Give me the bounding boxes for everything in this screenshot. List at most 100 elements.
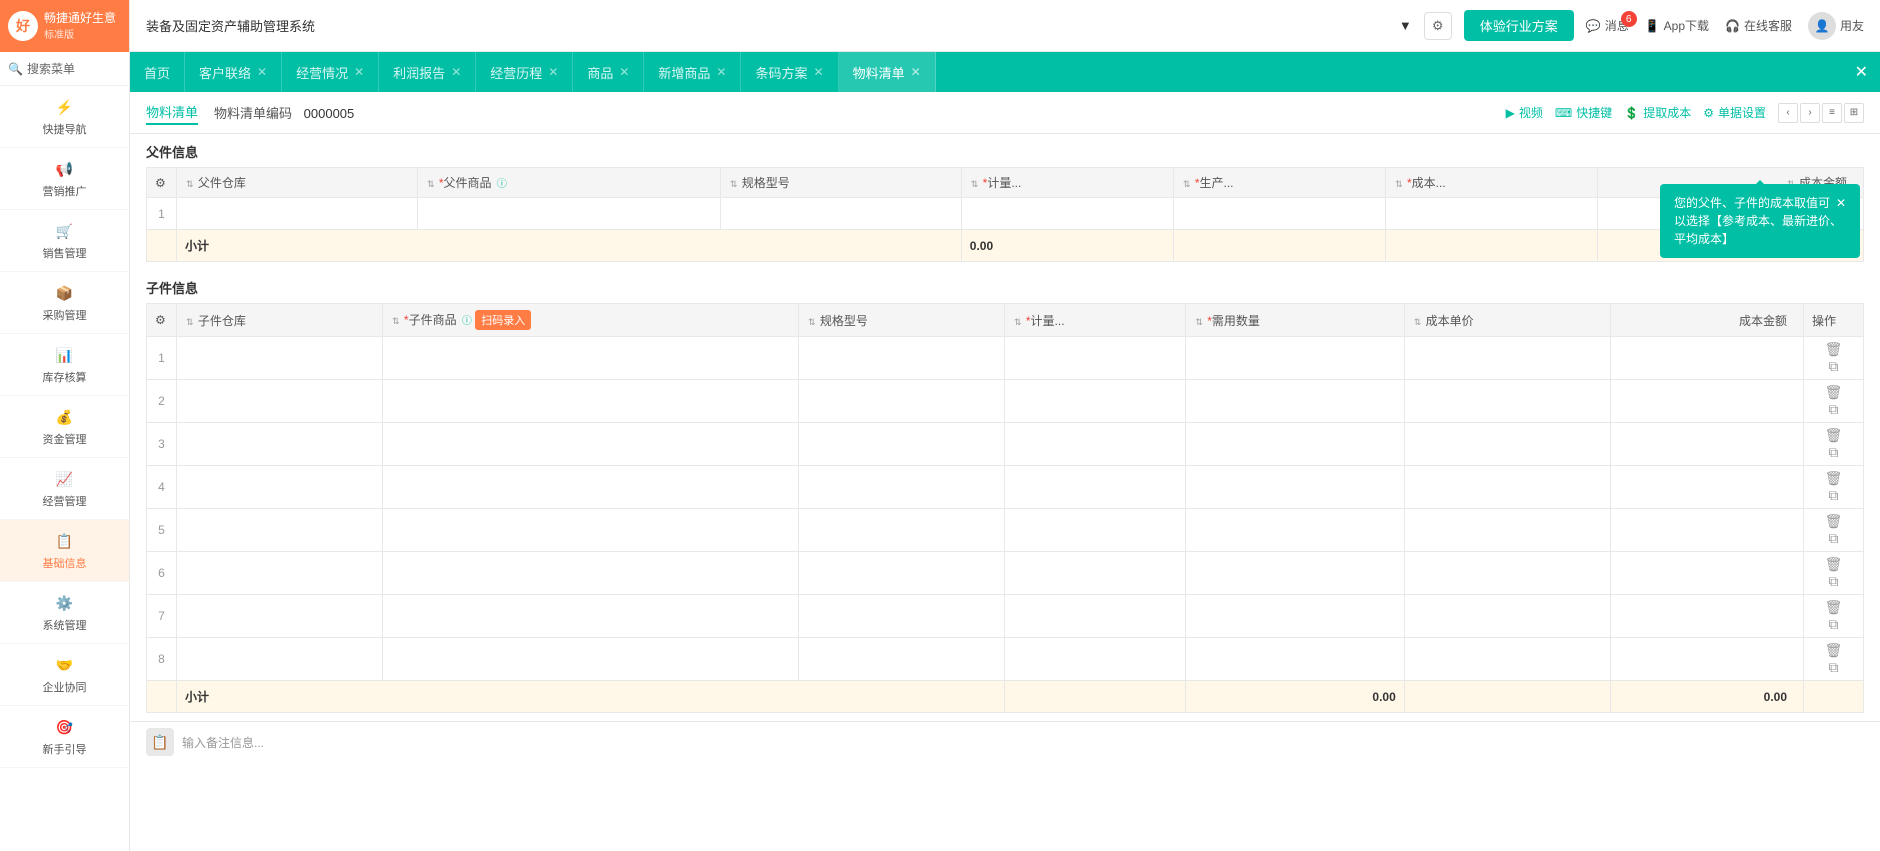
sort-icon[interactable]: ⇅ bbox=[730, 179, 738, 189]
delete-icon[interactable]: 🗑 bbox=[1825, 513, 1843, 529]
copy-icon[interactable]: ⧉ bbox=[1829, 659, 1839, 675]
tab-operations-close[interactable]: ✕ bbox=[354, 65, 364, 79]
sort-icon[interactable]: ⇅ bbox=[392, 316, 400, 326]
tab-customer[interactable]: 客户联络 ✕ bbox=[185, 52, 282, 92]
child-cell-goods[interactable] bbox=[383, 638, 799, 681]
child-cell-needed[interactable] bbox=[1186, 638, 1404, 681]
tab-new-goods[interactable]: 新增商品 ✕ bbox=[644, 52, 741, 92]
child-cell-spec[interactable] bbox=[798, 380, 1004, 423]
child-cell-warehouse[interactable] bbox=[177, 466, 383, 509]
child-cell-warehouse[interactable] bbox=[177, 509, 383, 552]
delete-icon[interactable]: 🗑 bbox=[1825, 341, 1843, 357]
child-cell-qty[interactable] bbox=[1004, 595, 1185, 638]
child-cell-cost-amount[interactable] bbox=[1610, 423, 1803, 466]
app-download-button[interactable]: 📱 App下载 bbox=[1645, 17, 1709, 34]
child-cell-cost-amount[interactable] bbox=[1610, 509, 1803, 552]
child-cell-needed[interactable] bbox=[1186, 466, 1404, 509]
sort-icon[interactable]: ⇅ bbox=[808, 317, 816, 327]
parent-cell-production[interactable] bbox=[1173, 198, 1385, 230]
sidebar-item-inventory[interactable]: 📊 库存核算 bbox=[0, 334, 129, 396]
sort-icon[interactable]: ⇅ bbox=[1195, 317, 1203, 327]
delete-icon[interactable]: 🗑 bbox=[1825, 599, 1843, 615]
child-cell-cost-amount[interactable] bbox=[1610, 595, 1803, 638]
tab-barcode[interactable]: 条码方案 ✕ bbox=[741, 52, 838, 92]
child-cell-needed[interactable] bbox=[1186, 595, 1404, 638]
tab-goods[interactable]: 商品 ✕ bbox=[573, 52, 644, 92]
parent-cell-warehouse[interactable] bbox=[177, 198, 418, 230]
parent-cell-qty[interactable] bbox=[961, 198, 1173, 230]
online-service-button[interactable]: 🎧 在线客服 bbox=[1725, 17, 1792, 34]
child-cell-spec[interactable] bbox=[798, 638, 1004, 681]
copy-icon[interactable]: ⧉ bbox=[1829, 573, 1839, 589]
sub-tab-bom-code[interactable]: 物料清单编码 0000005 bbox=[214, 101, 354, 124]
delete-icon[interactable]: 🗑 bbox=[1825, 556, 1843, 572]
child-cell-goods[interactable] bbox=[383, 552, 799, 595]
child-cell-needed[interactable] bbox=[1186, 423, 1404, 466]
sidebar-item-cooperation[interactable]: 🤝 企业协同 bbox=[0, 644, 129, 706]
sidebar-item-quick-nav[interactable]: ⚡ 快捷导航 bbox=[0, 86, 129, 148]
child-cell-warehouse[interactable] bbox=[177, 638, 383, 681]
delete-icon[interactable]: 🗑 bbox=[1825, 384, 1843, 400]
tab-barcode-close[interactable]: ✕ bbox=[814, 65, 824, 79]
copy-icon[interactable]: ⧉ bbox=[1829, 444, 1839, 460]
experience-button[interactable]: 体验行业方案 bbox=[1464, 10, 1574, 41]
tooltip-close[interactable]: ✕ bbox=[1836, 194, 1846, 212]
sort-icon[interactable]: ⇅ bbox=[1014, 317, 1022, 327]
child-cell-goods[interactable] bbox=[383, 380, 799, 423]
child-cell-spec[interactable] bbox=[798, 509, 1004, 552]
action-cost[interactable]: 💲 提取成本 bbox=[1624, 104, 1691, 121]
action-shortcut[interactable]: ⌨ 快捷键 bbox=[1555, 104, 1612, 121]
child-cell-qty[interactable] bbox=[1004, 466, 1185, 509]
child-cell-qty[interactable] bbox=[1004, 337, 1185, 380]
child-cell-goods[interactable] bbox=[383, 466, 799, 509]
child-cell-warehouse[interactable] bbox=[177, 552, 383, 595]
sidebar-item-sales[interactable]: 🛒 销售管理 bbox=[0, 210, 129, 272]
sub-tab-bom-list[interactable]: 物料清单 bbox=[146, 100, 198, 125]
child-cell-qty[interactable] bbox=[1004, 638, 1185, 681]
sidebar-item-finance[interactable]: 💰 资金管理 bbox=[0, 396, 129, 458]
nav-next[interactable]: › bbox=[1800, 103, 1820, 123]
sort-icon[interactable]: ⇅ bbox=[1183, 179, 1191, 189]
child-cell-warehouse[interactable] bbox=[177, 380, 383, 423]
child-cell-cost-amount[interactable] bbox=[1610, 552, 1803, 595]
sort-icon[interactable]: ⇅ bbox=[186, 179, 194, 189]
nav-prev[interactable]: ‹ bbox=[1778, 103, 1798, 123]
child-cell-cost-amount[interactable] bbox=[1610, 638, 1803, 681]
parent-cell-spec[interactable] bbox=[720, 198, 961, 230]
tab-bom[interactable]: 物料清单 ✕ bbox=[839, 52, 936, 92]
sidebar-item-purchase[interactable]: 📦 采购管理 bbox=[0, 272, 129, 334]
copy-icon[interactable]: ⧉ bbox=[1829, 530, 1839, 546]
child-cell-unit-cost[interactable] bbox=[1404, 337, 1610, 380]
child-cell-unit-cost[interactable] bbox=[1404, 595, 1610, 638]
tab-history-close[interactable]: ✕ bbox=[548, 65, 558, 79]
search-menu[interactable]: 🔍 搜索菜单 bbox=[0, 52, 129, 86]
child-cell-spec[interactable] bbox=[798, 595, 1004, 638]
delete-icon[interactable]: 🗑 bbox=[1825, 470, 1843, 486]
child-cell-goods[interactable] bbox=[383, 337, 799, 380]
child-cell-goods[interactable] bbox=[383, 423, 799, 466]
copy-icon[interactable]: ⧉ bbox=[1829, 487, 1839, 503]
info-icon[interactable]: ⓘ bbox=[497, 179, 507, 190]
action-video[interactable]: ▶ 视频 bbox=[1506, 104, 1543, 121]
tab-bom-close[interactable]: ✕ bbox=[911, 65, 921, 79]
child-cell-cost-amount[interactable] bbox=[1610, 337, 1803, 380]
child-cell-spec[interactable] bbox=[798, 552, 1004, 595]
child-cell-cost-amount[interactable] bbox=[1610, 380, 1803, 423]
child-cell-needed[interactable] bbox=[1186, 380, 1404, 423]
nav-menu[interactable]: ≡ bbox=[1822, 103, 1842, 123]
action-settings[interactable]: ⚙ 单据设置 bbox=[1703, 104, 1766, 121]
child-cell-warehouse[interactable] bbox=[177, 595, 383, 638]
child-cell-unit-cost[interactable] bbox=[1404, 466, 1610, 509]
child-cell-cost-amount[interactable] bbox=[1610, 466, 1803, 509]
child-cell-goods[interactable] bbox=[383, 595, 799, 638]
tab-profit-close[interactable]: ✕ bbox=[451, 65, 461, 79]
tab-profit[interactable]: 利润报告 ✕ bbox=[379, 52, 476, 92]
sort-icon[interactable]: ⇅ bbox=[971, 179, 979, 189]
copy-icon[interactable]: ⧉ bbox=[1829, 401, 1839, 417]
child-cell-needed[interactable] bbox=[1186, 337, 1404, 380]
sidebar-item-marketing[interactable]: 📢 营销推广 bbox=[0, 148, 129, 210]
scan-button[interactable]: 扫码录入 bbox=[475, 310, 531, 330]
delete-icon[interactable]: 🗑 bbox=[1825, 427, 1843, 443]
note-icon[interactable]: 📋 bbox=[146, 728, 174, 756]
sort-icon[interactable]: ⇅ bbox=[1395, 179, 1403, 189]
